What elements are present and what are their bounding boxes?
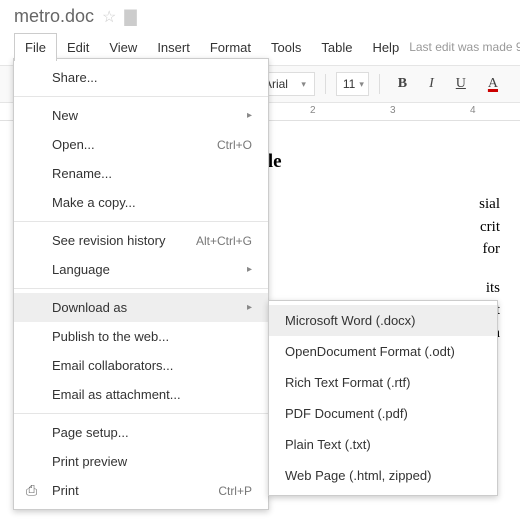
document-title[interactable]: metro.doc [14, 6, 94, 27]
ruler-tick: 4 [470, 105, 476, 116]
submenu-odt[interactable]: OpenDocument Format (.odt) [269, 336, 497, 367]
menu-edit[interactable]: Edit [57, 34, 99, 61]
menu-help[interactable]: Help [362, 34, 409, 61]
shortcut-label: Ctrl+O [217, 138, 252, 152]
file-menu-dropdown: Share... New▸ Open...Ctrl+O Rename... Ma… [13, 58, 269, 510]
menu-language[interactable]: Language▸ [14, 255, 268, 284]
menu-open[interactable]: Open...Ctrl+O [14, 130, 268, 159]
font-size: 11 [343, 77, 355, 91]
download-as-submenu: Microsoft Word (.docx) OpenDocument Form… [268, 300, 498, 496]
shortcut-label: Alt+Ctrl+G [196, 234, 252, 248]
bold-button[interactable]: B [390, 72, 415, 96]
chevron-right-icon: ▸ [247, 264, 252, 275]
menu-table[interactable]: Table [311, 34, 362, 61]
font-size-selector[interactable]: 11 ▾ [336, 72, 369, 96]
menu-view[interactable]: View [99, 34, 147, 61]
menu-share[interactable]: Share... [14, 63, 268, 92]
text-color-button[interactable]: A [480, 72, 506, 96]
menu-separator [14, 96, 268, 97]
menu-email-collaborators[interactable]: Email collaborators... [14, 351, 268, 380]
menu-format[interactable]: Format [200, 34, 261, 61]
chevron-right-icon: ▸ [247, 110, 252, 121]
shortcut-label: Ctrl+P [218, 484, 252, 498]
submenu-txt[interactable]: Plain Text (.txt) [269, 429, 497, 460]
separator [379, 74, 380, 94]
menu-separator [14, 413, 268, 414]
menu-file[interactable]: File [14, 33, 57, 61]
menu-tools[interactable]: Tools [261, 34, 311, 61]
menu-new[interactable]: New▸ [14, 101, 268, 130]
italic-button[interactable]: I [421, 72, 442, 96]
caret-down-icon: ▾ [301, 79, 306, 90]
separator [325, 74, 326, 94]
menu-make-copy[interactable]: Make a copy... [14, 188, 268, 217]
menu-print[interactable]: ⎙PrintCtrl+P [14, 476, 268, 505]
folder-icon[interactable]: ▇ [124, 7, 136, 27]
menu-download-as[interactable]: Download as▸ [14, 293, 268, 322]
menu-page-setup[interactable]: Page setup... [14, 418, 268, 447]
print-icon: ⎙ [26, 482, 37, 499]
ruler-tick: 2 [310, 105, 316, 116]
submenu-html[interactable]: Web Page (.html, zipped) [269, 460, 497, 491]
submenu-rtf[interactable]: Rich Text Format (.rtf) [269, 367, 497, 398]
caret-down-icon: ▾ [359, 79, 364, 90]
menu-rename[interactable]: Rename... [14, 159, 268, 188]
menu-revision-history[interactable]: See revision historyAlt+Ctrl+G [14, 226, 268, 255]
underline-button[interactable]: U [448, 72, 474, 96]
title-bar: metro.doc ☆ ▇ [0, 0, 520, 29]
menu-print-preview[interactable]: Print preview [14, 447, 268, 476]
menu-separator [14, 221, 268, 222]
menu-separator [14, 288, 268, 289]
menu-insert[interactable]: Insert [147, 34, 200, 61]
star-icon[interactable]: ☆ [102, 7, 116, 27]
chevron-right-icon: ▸ [247, 302, 252, 313]
submenu-pdf[interactable]: PDF Document (.pdf) [269, 398, 497, 429]
submenu-docx[interactable]: Microsoft Word (.docx) [269, 305, 497, 336]
last-edit-info: Last edit was made 9 [409, 40, 520, 54]
menu-publish-web[interactable]: Publish to the web... [14, 322, 268, 351]
ruler-tick: 3 [390, 105, 396, 116]
menu-email-attachment[interactable]: Email as attachment... [14, 380, 268, 409]
